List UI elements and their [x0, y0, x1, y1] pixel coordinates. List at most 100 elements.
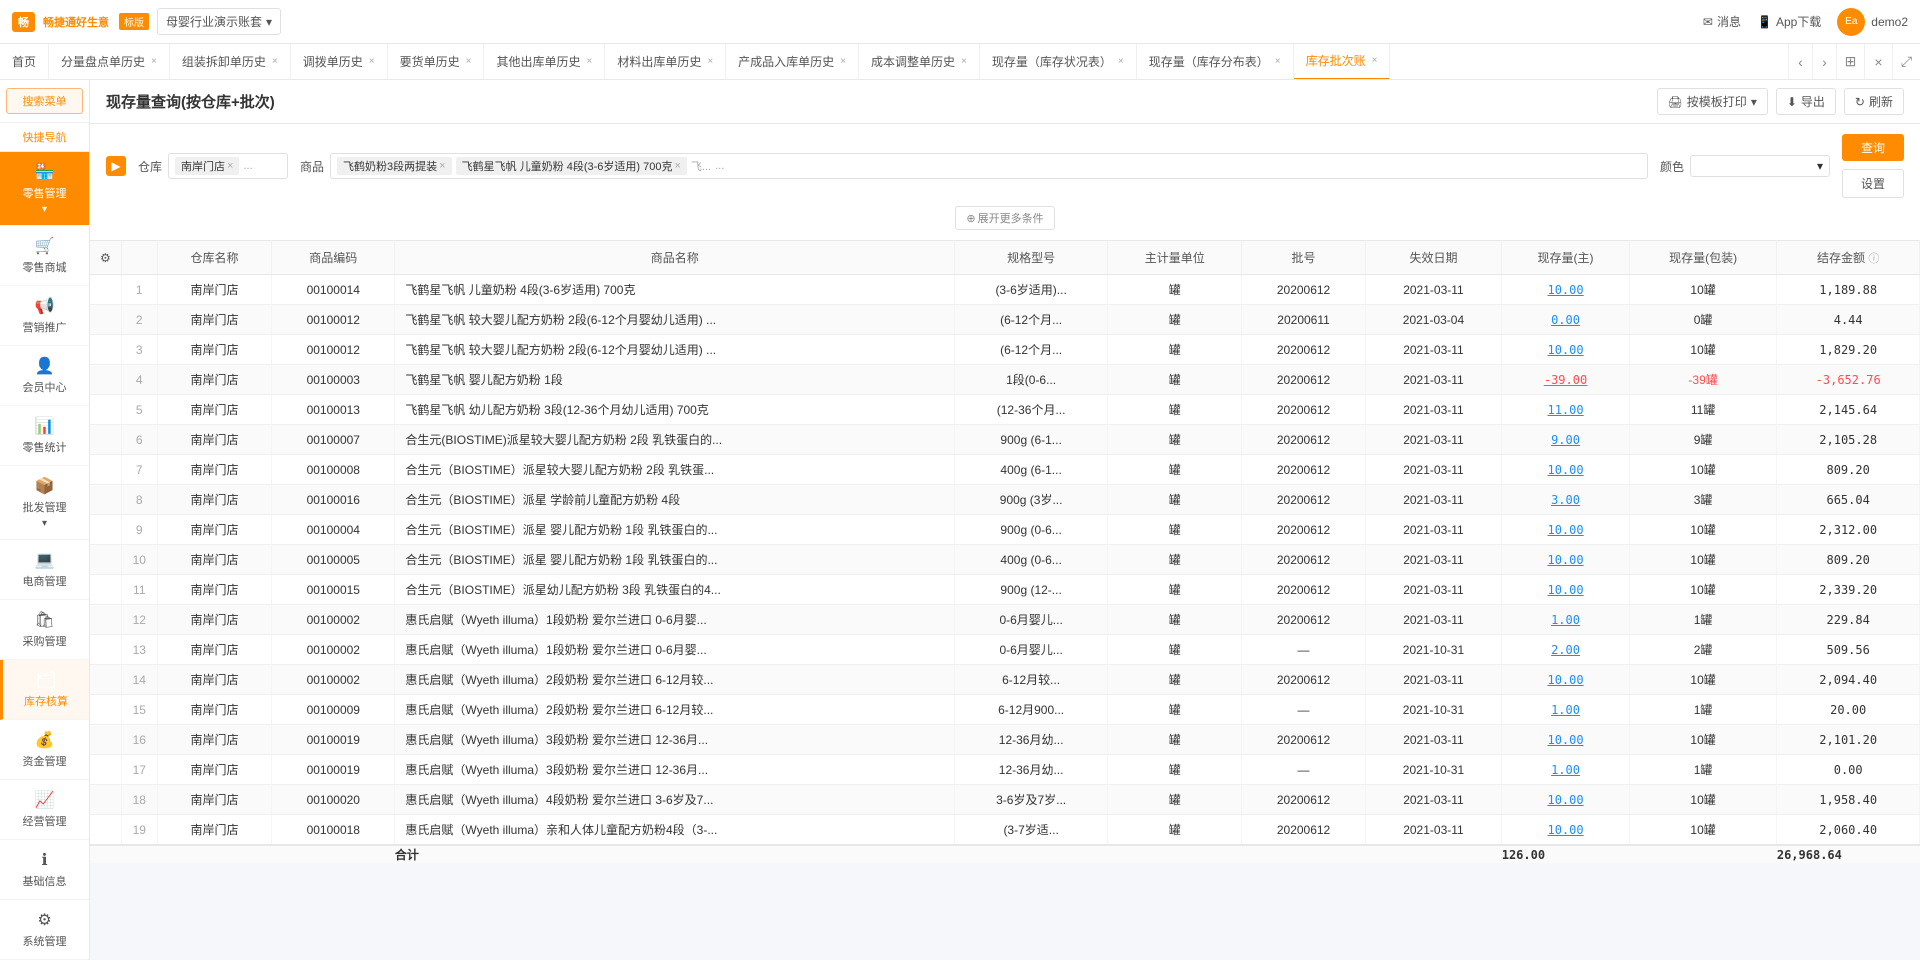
close-icon[interactable]: × [840, 56, 846, 67]
td-batch-no: 20200612 [1242, 665, 1365, 695]
footer-empty-3 [157, 845, 271, 863]
td-stock-main[interactable]: 10.00 [1502, 515, 1630, 545]
sidebar-item-basic-info[interactable]: ℹ 基础信息 [0, 840, 89, 900]
tab-yaohuo[interactable]: 要货单历史 × [388, 44, 485, 80]
filter-arrow-icon[interactable]: ▶ [106, 156, 126, 176]
td-stock-main[interactable]: 10.00 [1502, 335, 1630, 365]
sidebar-item-inventory[interactable]: 🗂 库存核算 [0, 660, 89, 720]
tab-home[interactable]: 首页 [0, 44, 49, 80]
print-icon: 🖨 [1668, 95, 1683, 109]
sidebar-item-marketing[interactable]: 📢 营销推广 [0, 286, 89, 346]
remove-tag-icon[interactable]: × [674, 160, 680, 172]
sidebar-item-retail-stats[interactable]: 📊 零售统计 [0, 406, 89, 466]
td-stock-main[interactable]: -39.00 [1502, 365, 1630, 395]
td-stock-main[interactable]: 10.00 [1502, 725, 1630, 755]
close-icon[interactable]: × [1372, 55, 1378, 66]
sidebar-item-operations[interactable]: 📈 经营管理 [0, 780, 89, 840]
close-icon[interactable]: × [961, 56, 967, 67]
td-warehouse: 南岸门店 [157, 455, 271, 485]
td-expiry-date: 2021-03-04 [1365, 305, 1502, 335]
td-stock-pkg: 10罐 [1629, 725, 1777, 755]
td-stock-main[interactable]: 10.00 [1502, 665, 1630, 695]
td-product-name: 惠氏启赋（Wyeth illuma）3段奶粉 爱尔兰进口 12-36月... [395, 755, 955, 785]
sidebar-search: 搜索菜单 [0, 80, 89, 123]
export-btn[interactable]: ⬇ 导出 [1776, 88, 1836, 115]
filter-expand-arrow[interactable]: ▶ [106, 156, 126, 176]
td-stock-main[interactable]: 10.00 [1502, 275, 1630, 305]
print-btn[interactable]: 🖨 按模板打印 ▾ [1657, 88, 1768, 115]
td-product-code: 00100007 [272, 425, 395, 455]
close-icon[interactable]: × [1275, 56, 1281, 67]
quick-nav-btn[interactable]: 快捷导航 [0, 123, 89, 152]
td-stock-main[interactable]: 10.00 [1502, 575, 1630, 605]
sidebar-item-system[interactable]: ⚙ 系统管理 [0, 900, 89, 960]
color-input[interactable]: ▾ [1690, 155, 1830, 177]
td-stock-main[interactable]: 10.00 [1502, 455, 1630, 485]
nav-prev-btn[interactable]: ‹ [1788, 44, 1812, 80]
td-unit: 罐 [1108, 575, 1242, 605]
close-icon[interactable]: × [586, 56, 592, 67]
refresh-btn[interactable]: ↻ 刷新 [1844, 88, 1904, 115]
td-stock-main[interactable]: 1.00 [1502, 755, 1630, 785]
td-stock-main[interactable]: 0.00 [1502, 305, 1630, 335]
footer-empty-7 [1242, 845, 1365, 863]
tab-xiancunliang-dist[interactable]: 现存量（库存分布表） × [1137, 44, 1294, 80]
sidebar-item-ecommerce[interactable]: 💻 电商管理 [0, 540, 89, 600]
td-stock-main[interactable]: 9.00 [1502, 425, 1630, 455]
sidebar-item-purchase[interactable]: 🛍 采购管理 [0, 600, 89, 660]
tab-chengbentiaozhen[interactable]: 成本调整单历史 × [859, 44, 980, 80]
close-icon[interactable]: × [369, 56, 375, 67]
close-icon[interactable]: × [272, 56, 278, 67]
user-area[interactable]: Ea demo2 [1837, 8, 1908, 36]
nav-expand-btn[interactable]: ⊞ [1836, 44, 1864, 80]
query-btn[interactable]: 查询 [1842, 134, 1904, 161]
td-stock-main[interactable]: 2.00 [1502, 635, 1630, 665]
td-product-name: 合生元(BIOSTIME)派星较大婴儿配方奶粉 2段 乳铁蛋白的... [395, 425, 955, 455]
info-icon[interactable]: ⓘ [1868, 253, 1879, 265]
tab-chanchengpinruku[interactable]: 产成品入库单历史 × [726, 44, 859, 80]
td-stock-main[interactable]: 11.00 [1502, 395, 1630, 425]
setting-btn[interactable]: 设置 [1842, 169, 1904, 198]
tab-liaochuku[interactable]: 材料出库单历史 × [605, 44, 726, 80]
nav-next-btn[interactable]: › [1812, 44, 1836, 80]
nav-close-all-btn[interactable]: × [1864, 44, 1892, 80]
tab-kucunpici[interactable]: 库存批次账 × [1294, 44, 1391, 80]
footer-stock-main: 126.00 [1502, 845, 1630, 863]
tab-xiancunliang-status[interactable]: 现存量（库存状况表） × [980, 44, 1137, 80]
expand-conditions-btn[interactable]: ⊕ 展开更多条件 [955, 206, 1054, 230]
td-stock-main[interactable]: 1.00 [1502, 605, 1630, 635]
sidebar-item-label: 系统管理 [23, 933, 67, 949]
td-stock-main[interactable]: 10.00 [1502, 785, 1630, 815]
close-icon[interactable]: × [707, 56, 713, 67]
sidebar-item-wholesale[interactable]: 📦 批发管理 ▾ [0, 466, 89, 540]
app-download-btn[interactable]: 📱 App下载 [1757, 13, 1821, 30]
close-icon[interactable]: × [151, 56, 157, 67]
tab-diaobo[interactable]: 调拨单历史 × [291, 44, 388, 80]
remove-tag-icon[interactable]: × [439, 160, 445, 172]
th-settings[interactable]: ⚙ [90, 241, 121, 275]
username: demo2 [1871, 15, 1908, 29]
sidebar-item-retail-mall[interactable]: 🛒 零售商城 [0, 226, 89, 286]
td-stock-main[interactable]: 10.00 [1502, 815, 1630, 846]
td-stock-main[interactable]: 10.00 [1502, 545, 1630, 575]
messages-btn[interactable]: ✉ 消息 [1703, 13, 1741, 30]
warehouse-input[interactable]: 南岸门店 × ... [168, 153, 288, 179]
td-warehouse: 南岸门店 [157, 755, 271, 785]
dropdown-chevron-icon: ▾ [266, 15, 272, 29]
tab-qitachuku[interactable]: 其他出库单历史 × [484, 44, 605, 80]
td-spec: 12-36月幼... [955, 755, 1108, 785]
tab-fenliangpandian[interactable]: 分量盘点单历史 × [49, 44, 170, 80]
sidebar-item-member[interactable]: 👤 会员中心 [0, 346, 89, 406]
sidebar-item-retail-mgmt[interactable]: 🏪 零售管理 ▾ [0, 152, 89, 226]
close-icon[interactable]: × [466, 56, 472, 67]
td-stock-main[interactable]: 3.00 [1502, 485, 1630, 515]
product-input[interactable]: 飞鹤奶粉3段两提装 × 飞鹤星飞帆 儿童奶粉 4段(3-6岁适用) 700克 ×… [330, 153, 1648, 179]
close-icon[interactable]: × [1118, 56, 1124, 67]
nav-maximize-btn[interactable]: ⤢ [1892, 44, 1920, 80]
sidebar-item-finance[interactable]: 💰 资金管理 [0, 720, 89, 780]
remove-warehouse-tag-icon[interactable]: × [227, 160, 233, 172]
account-dropdown[interactable]: 母婴行业演示账套 ▾ [157, 8, 281, 35]
search-menu-btn[interactable]: 搜索菜单 [6, 88, 83, 114]
td-stock-main[interactable]: 1.00 [1502, 695, 1630, 725]
tab-zuzhangchaijian[interactable]: 组装拆卸单历史 × [170, 44, 291, 80]
